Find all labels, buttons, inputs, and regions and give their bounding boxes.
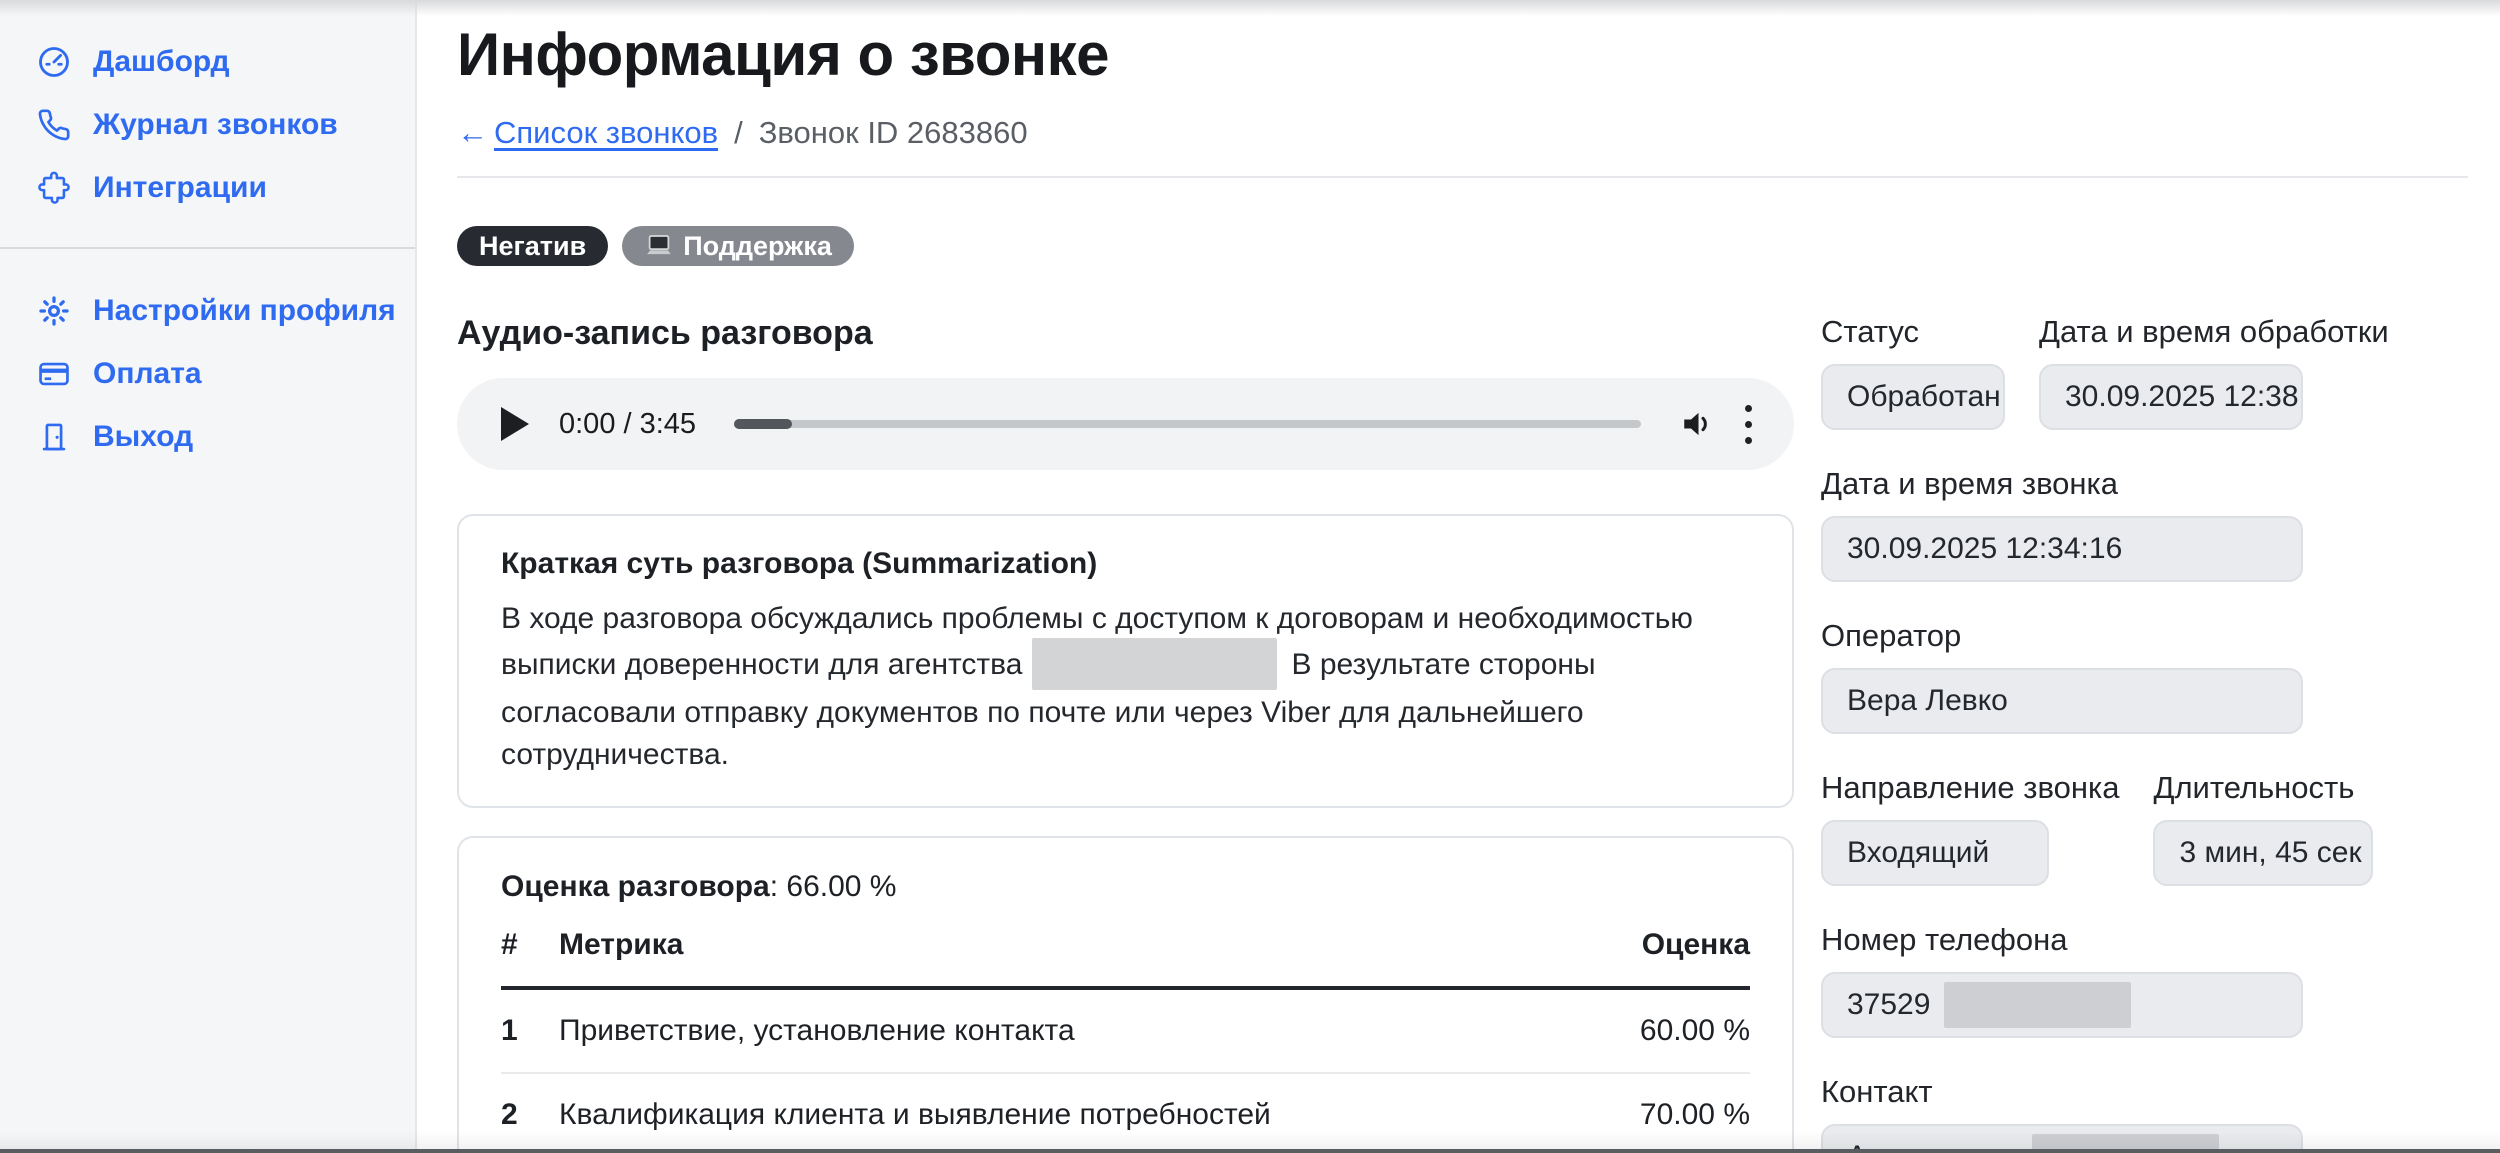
processed-datetime-value: 30.09.2025 12:38:03 (2039, 364, 2303, 430)
sidebar-item-label: Дашборд (93, 44, 230, 78)
sidebar-item-label: Оплата (93, 356, 202, 390)
volume-icon[interactable] (1679, 406, 1715, 442)
topic-badge: Поддержка (622, 226, 854, 266)
table-row: 1 Приветствие, установление контакта 60.… (501, 988, 1750, 1074)
redacted-text (2032, 1134, 2220, 1153)
sidebar-item-call-log[interactable]: Журнал звонков (0, 93, 415, 156)
metric-name: Квалификация клиента и выявление потребн… (559, 1073, 1596, 1153)
play-icon[interactable] (501, 407, 529, 441)
phone-number-value: 37529 (1821, 972, 2303, 1038)
status-value: Обработан (1821, 364, 2005, 430)
sidebar: Дашборд Журнал звонков Интеграции Настро… (0, 0, 417, 1153)
metrics-table: # Метрика Оценка 1 Приветствие, установл… (501, 928, 1750, 1153)
score-total-value: 66.00 % (786, 870, 897, 903)
call-info-page: Дашборд Журнал звонков Интеграции Настро… (0, 0, 2500, 1153)
metric-num: 2 (501, 1073, 559, 1153)
sentiment-badge-label: Негатив (479, 230, 587, 261)
audio-menu-icon[interactable] (1745, 404, 1752, 444)
score-title-label: Оценка разговора (501, 870, 770, 903)
sidebar-item-dashboard[interactable]: Дашборд (0, 30, 415, 93)
field-label: Длительность (2153, 770, 2355, 805)
field-operator: Оператор Вера Левко (1821, 618, 2303, 734)
metric-name: Приветствие, установление контакта (559, 988, 1596, 1074)
table-row: 2 Квалификация клиента и выявление потре… (501, 1073, 1750, 1153)
operator-value: Вера Левко (1821, 668, 2303, 734)
field-label: Дата и время обработки (2039, 314, 2389, 349)
contact-value: Автоконтакт (1821, 1124, 2303, 1153)
field-phone-number: Номер телефона 37529 (1821, 922, 2303, 1038)
duration-value: 3 мин, 45 сек (2153, 820, 2374, 886)
sidebar-item-label: Журнал звонков (93, 107, 338, 141)
sidebar-item-billing[interactable]: Оплата (0, 342, 415, 405)
topic-badge-label: Поддержка (683, 230, 832, 261)
field-call-datetime: Дата и время звонка 30.09.2025 12:34:16 (1821, 466, 2303, 582)
metric-score: 60.00 % (1595, 988, 1750, 1074)
metric-score: 70.00 % (1595, 1073, 1750, 1153)
column-header-metric: Метрика (559, 928, 1596, 990)
column-header-num: # (501, 928, 559, 990)
call-datetime-value: 30.09.2025 12:34:16 (1821, 516, 2303, 582)
redacted-text (1032, 638, 1278, 690)
score-title: Оценка разговора: 66.00 % (501, 868, 1750, 906)
gauge-icon (36, 44, 72, 80)
call-details-panel: Статус Обработан Дата и время обработки … (1821, 314, 2389, 1153)
main-content: Информация о звонке ← Список звонков / З… (417, 0, 2500, 1153)
sidebar-item-label: Настройки профиля (93, 293, 396, 327)
field-status: Статус Обработан (1821, 314, 2005, 430)
back-arrow-icon: ← (457, 115, 488, 150)
door-icon (36, 419, 72, 455)
column-header-score: Оценка (1595, 928, 1750, 990)
audio-section-title: Аудио-запись разговора (457, 314, 873, 352)
phone-number-prefix: 37529 (1847, 988, 1931, 1021)
sidebar-divider (0, 247, 415, 249)
field-call-direction: Направление звонка Входящий (1821, 770, 2119, 886)
field-label: Номер телефона (1821, 922, 2068, 957)
breadcrumb: ← Список звонков / Звонок ID 2683860 (457, 114, 2468, 152)
sidebar-item-label: Выход (93, 419, 194, 453)
field-label: Статус (1821, 314, 1919, 349)
score-title-separator: : (769, 870, 787, 903)
field-label: Оператор (1821, 618, 1962, 653)
field-label: Контакт (1821, 1074, 1933, 1109)
call-analysis-column: Аудио-запись разговора 0:00 / 3:45 Кратк… (457, 314, 1794, 1153)
page-title: Информация о звонке (457, 21, 1110, 88)
laptop-icon (644, 231, 674, 261)
breadcrumb-back-link[interactable]: Список звонков (494, 114, 718, 152)
tag-badges: Негатив Поддержка (457, 226, 2468, 266)
summary-title: Краткая суть разговора (Summarization) (501, 547, 1098, 580)
audio-player[interactable]: 0:00 / 3:45 (457, 378, 1794, 470)
puzzle-icon (36, 170, 72, 206)
field-label: Дата и время звонка (1821, 466, 2119, 501)
direction-value: Входящий (1821, 820, 2049, 886)
breadcrumb-separator: / (734, 115, 743, 150)
audio-time: 0:00 / 3:45 (559, 407, 697, 440)
sidebar-item-logout[interactable]: Выход (0, 405, 415, 468)
metric-num: 1 (501, 988, 559, 1074)
contact-name: Автоконтакт (1847, 1140, 2016, 1153)
redacted-text (1944, 982, 2132, 1028)
summary-text: В ходе разговора обсуждались проблемы с … (501, 598, 1754, 776)
header-divider (457, 176, 2468, 178)
audio-seek-bar[interactable] (734, 419, 1641, 429)
score-card: Оценка разговора: 66.00 % # Метрика Оцен… (457, 836, 1794, 1153)
sidebar-item-label: Интеграции (93, 170, 267, 204)
breadcrumb-current: Звонок ID 2683860 (758, 115, 1028, 150)
field-label: Направление звонка (1821, 770, 2120, 805)
field-processed-datetime: Дата и время обработки 30.09.2025 12:38:… (2039, 314, 2389, 430)
field-contact: Контакт Автоконтакт (1821, 1074, 2303, 1153)
sentiment-badge: Негатив (457, 226, 609, 266)
phone-icon (36, 107, 72, 143)
sidebar-item-integrations[interactable]: Интеграции (0, 156, 415, 219)
summary-card: Краткая суть разговора (Summarization) В… (457, 514, 1794, 808)
gear-icon (36, 293, 72, 329)
sidebar-item-profile-settings[interactable]: Настройки профиля (0, 279, 415, 342)
credit-card-icon (36, 356, 72, 392)
field-duration: Длительность 3 мин, 45 сек (2153, 770, 2374, 886)
metrics-header-row: # Метрика Оценка (501, 928, 1750, 990)
audio-seek-progress (734, 419, 793, 429)
